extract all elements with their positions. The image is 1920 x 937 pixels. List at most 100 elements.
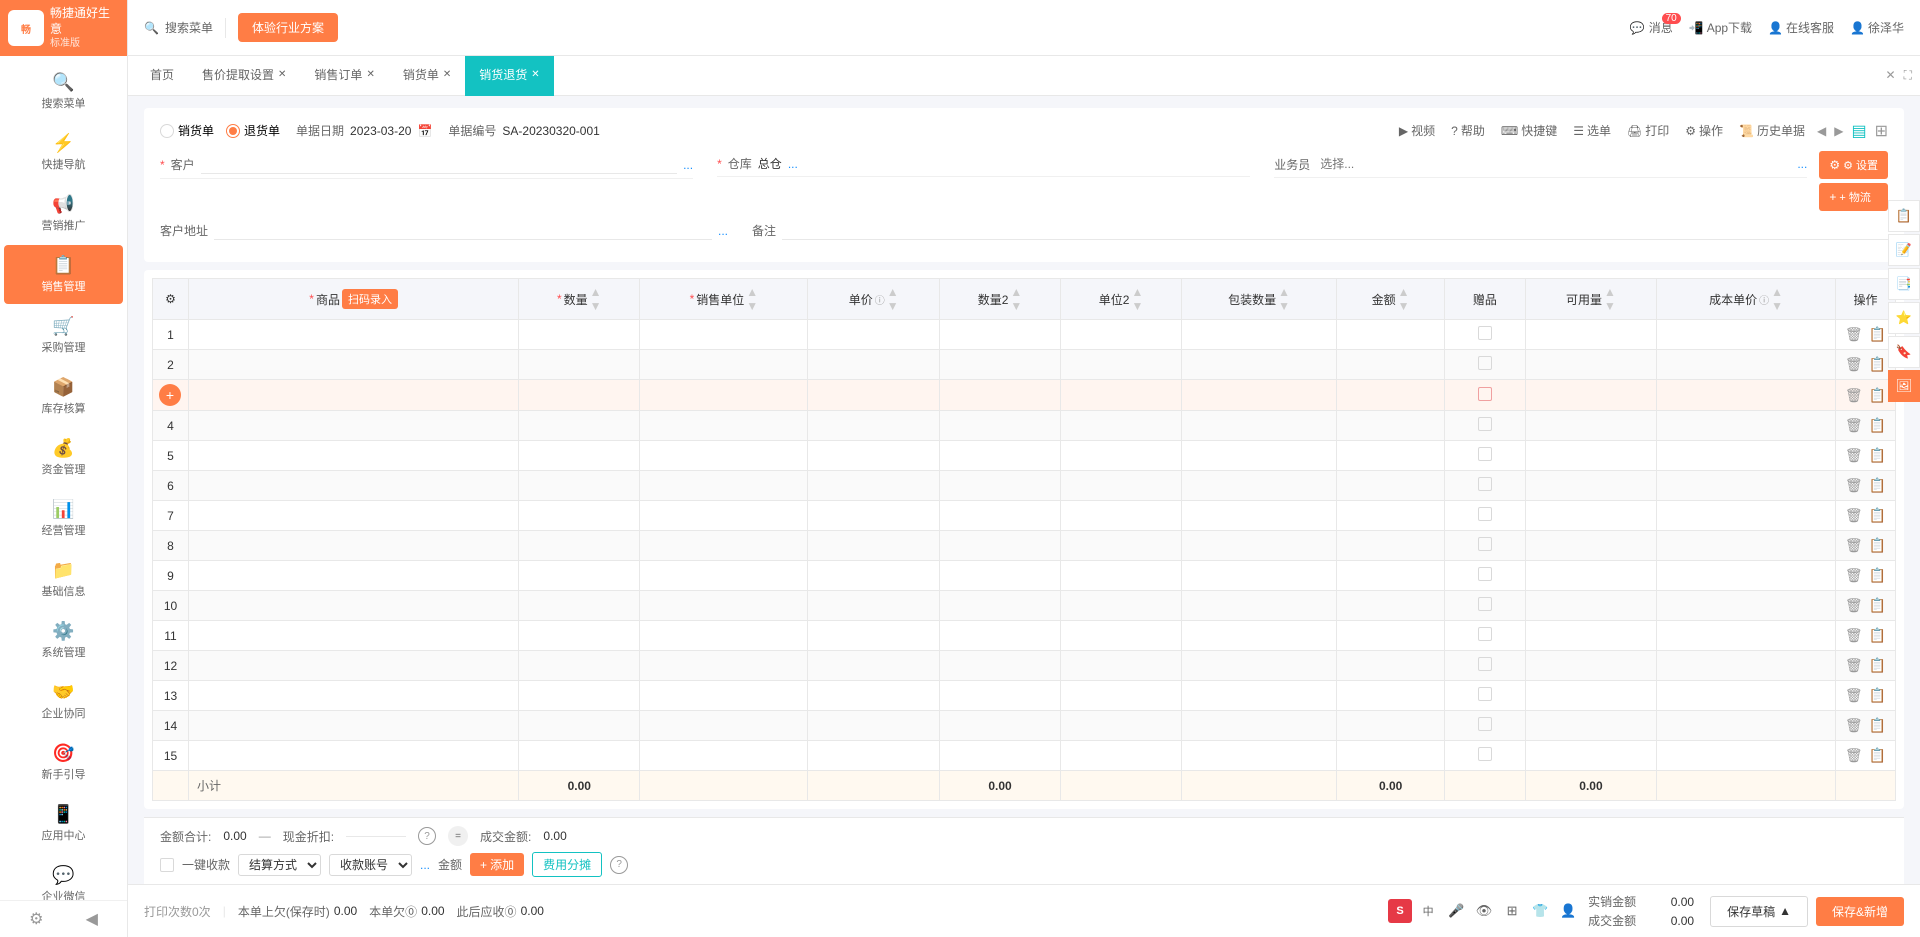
pack-qty-cell[interactable] — [1182, 320, 1337, 350]
delete-row-btn[interactable]: 🗑 — [1845, 567, 1863, 584]
staff-dots[interactable]: ... — [1797, 157, 1807, 171]
scan-entry-btn[interactable]: 扫码录入 — [342, 289, 398, 309]
product-input-3[interactable] — [195, 388, 512, 402]
product-cell[interactable] — [189, 320, 519, 350]
delete-row-btn[interactable]: 🗑 — [1845, 417, 1863, 434]
qty-cell[interactable] — [519, 320, 640, 350]
available-cell[interactable] — [1525, 320, 1657, 350]
delete-row-btn[interactable]: 🗑 — [1845, 447, 1863, 464]
close-tab-icon[interactable]: ✕ — [1886, 68, 1896, 83]
right-panel-btn-3[interactable]: 📑 — [1888, 268, 1920, 300]
save-draft-btn[interactable]: 保存草稿 ▲ — [1710, 896, 1808, 927]
delete-row-btn[interactable]: 🗑 — [1845, 717, 1863, 734]
copy-row-btn[interactable]: 📋 — [1869, 627, 1886, 644]
gift-cell[interactable] — [1445, 320, 1526, 350]
sidebar-item-system[interactable]: ⚙️ 系统管理 — [4, 611, 123, 670]
customer-input[interactable] — [201, 155, 677, 174]
next-history-icon[interactable]: ▶ — [1834, 124, 1843, 138]
equals-icon[interactable]: = — [448, 826, 468, 846]
gift-checkbox[interactable] — [1478, 597, 1492, 611]
delete-row-btn[interactable]: 🗑 — [1845, 747, 1863, 764]
save-new-btn[interactable]: 保存&新增 — [1816, 897, 1904, 926]
settings-side-btn[interactable]: ⚙ ⚙ 设置 — [1819, 151, 1888, 179]
help-circle-icon[interactable]: ? — [418, 827, 436, 845]
shortcuts-btn[interactable]: ⌨ 快捷键 — [1497, 120, 1561, 141]
view-grid-icon[interactable]: ⊞ — [1875, 121, 1888, 141]
app-download-btn[interactable]: 📲 App下载 — [1689, 19, 1752, 36]
settle-select[interactable]: 结算方式 — [238, 854, 321, 876]
help-btn[interactable]: ? 帮助 — [1447, 120, 1489, 141]
copy-row-btn[interactable]: 📋 — [1869, 477, 1886, 494]
copy-row-btn[interactable]: 📋 — [1869, 507, 1886, 524]
unit-cell[interactable] — [640, 320, 808, 350]
expand-tab-icon[interactable]: ⛶ — [1904, 68, 1912, 83]
sidebar-item-finance[interactable]: 💰 资金管理 — [4, 428, 123, 487]
sidebar-item-basic[interactable]: 📁 基础信息 — [4, 550, 123, 609]
fee-split-btn[interactable]: 费用分摊 — [532, 852, 602, 877]
sidebar-item-appstore[interactable]: 📱 应用中心 — [4, 794, 123, 853]
gift-checkbox[interactable] — [1478, 507, 1492, 521]
copy-row-btn[interactable]: 📋 — [1869, 567, 1886, 584]
delete-row-btn[interactable]: 🗑 — [1845, 597, 1863, 614]
gift-checkbox[interactable] — [1478, 537, 1492, 551]
copy-row-btn[interactable]: 📋 — [1869, 597, 1886, 614]
close-sales-return[interactable]: ✕ — [531, 69, 539, 80]
tab-price-settings[interactable]: 售价提取设置 ✕ — [188, 56, 300, 96]
copy-row-btn[interactable]: 📋 — [1869, 657, 1886, 674]
account-dots[interactable]: ... — [420, 858, 430, 872]
sidebar-item-shortcut[interactable]: ⚡ 快捷导航 — [4, 123, 123, 182]
topbar-search[interactable]: 🔍 搜索菜单 — [144, 19, 213, 36]
settings-bottom-icon[interactable]: ⚙ — [29, 909, 43, 929]
tool-person-icon[interactable]: 👤 — [1556, 899, 1580, 923]
copy-row-btn[interactable]: 📋 — [1869, 687, 1886, 704]
col-gear[interactable]: ⚙ — [153, 279, 189, 320]
message-badge[interactable]: 💬 消息 70 — [1630, 19, 1673, 36]
gift-checkbox[interactable] — [1478, 417, 1492, 431]
unit2-cell[interactable] — [1061, 320, 1182, 350]
delete-row-btn[interactable]: 🗑 — [1845, 657, 1863, 674]
sidebar-item-inventory[interactable]: 📦 库存核算 — [4, 367, 123, 426]
copy-row-btn[interactable]: 📋 — [1869, 326, 1886, 343]
delete-row-btn[interactable]: 🗑 — [1845, 387, 1863, 404]
online-service-btn[interactable]: 👤 在线客服 — [1768, 19, 1834, 36]
close-sales-order[interactable]: ✕ — [366, 69, 374, 80]
tab-sales-delivery[interactable]: 销货单 ✕ — [389, 56, 465, 96]
sidebar-item-marketing[interactable]: 📢 营销推广 — [4, 184, 123, 243]
price-cell[interactable] — [808, 320, 940, 350]
select-btn[interactable]: ☰ 选单 — [1569, 120, 1615, 141]
print-btn[interactable]: 🖨 打印 — [1623, 120, 1673, 141]
tool-eye-icon[interactable]: 👁 — [1472, 899, 1496, 923]
delete-row-btn[interactable]: 🗑 — [1845, 537, 1863, 554]
gift-checkbox[interactable] — [1478, 687, 1492, 701]
prev-history-icon[interactable]: ◀ — [1817, 124, 1826, 138]
collapse-icon[interactable]: ◀ — [86, 909, 98, 929]
cost-cell[interactable] — [1657, 320, 1836, 350]
radio-return[interactable]: 退货单 — [226, 122, 280, 139]
fee-help-icon[interactable]: ? — [610, 856, 628, 874]
tool-shirt-icon[interactable]: 👕 — [1528, 899, 1552, 923]
add-payment-btn[interactable]: + 添加 — [470, 853, 524, 876]
scan-button[interactable]: 扫码录入 — [342, 289, 398, 309]
delete-row-btn[interactable]: 🗑 — [1845, 687, 1863, 704]
delete-row-btn[interactable]: 🗑 — [1845, 356, 1863, 373]
copy-row-btn[interactable]: 📋 — [1869, 717, 1886, 734]
add-row-btn[interactable]: + — [159, 384, 181, 406]
sidebar-item-search[interactable]: 🔍 搜索菜单 — [4, 62, 123, 121]
trial-btn[interactable]: 体验行业方案 — [238, 13, 338, 42]
gift-checkbox[interactable] — [1478, 356, 1492, 370]
warehouse-dots[interactable]: ... — [788, 157, 798, 171]
payment-checkbox[interactable] — [160, 858, 174, 872]
right-panel-btn-1[interactable]: 📋 — [1888, 200, 1920, 232]
gift-checkbox[interactable] — [1478, 326, 1492, 340]
sidebar-item-wechat[interactable]: 💬 企业微信 — [4, 855, 123, 900]
account-select[interactable]: 收款账号 — [329, 854, 412, 876]
address-dots[interactable]: ... — [718, 224, 728, 238]
customer-dots[interactable]: ... — [683, 158, 693, 172]
amount-cell[interactable] — [1337, 320, 1445, 350]
tool-mic-icon[interactable]: 🎤 — [1444, 899, 1468, 923]
sidebar-item-purchase[interactable]: 🛒 采购管理 — [4, 306, 123, 365]
address-input[interactable] — [214, 221, 712, 240]
copy-row-btn[interactable]: 📋 — [1869, 447, 1886, 464]
right-panel-btn-4[interactable]: ⭐ — [1888, 302, 1920, 334]
logistics-btn[interactable]: + + 物流 — [1819, 183, 1888, 211]
